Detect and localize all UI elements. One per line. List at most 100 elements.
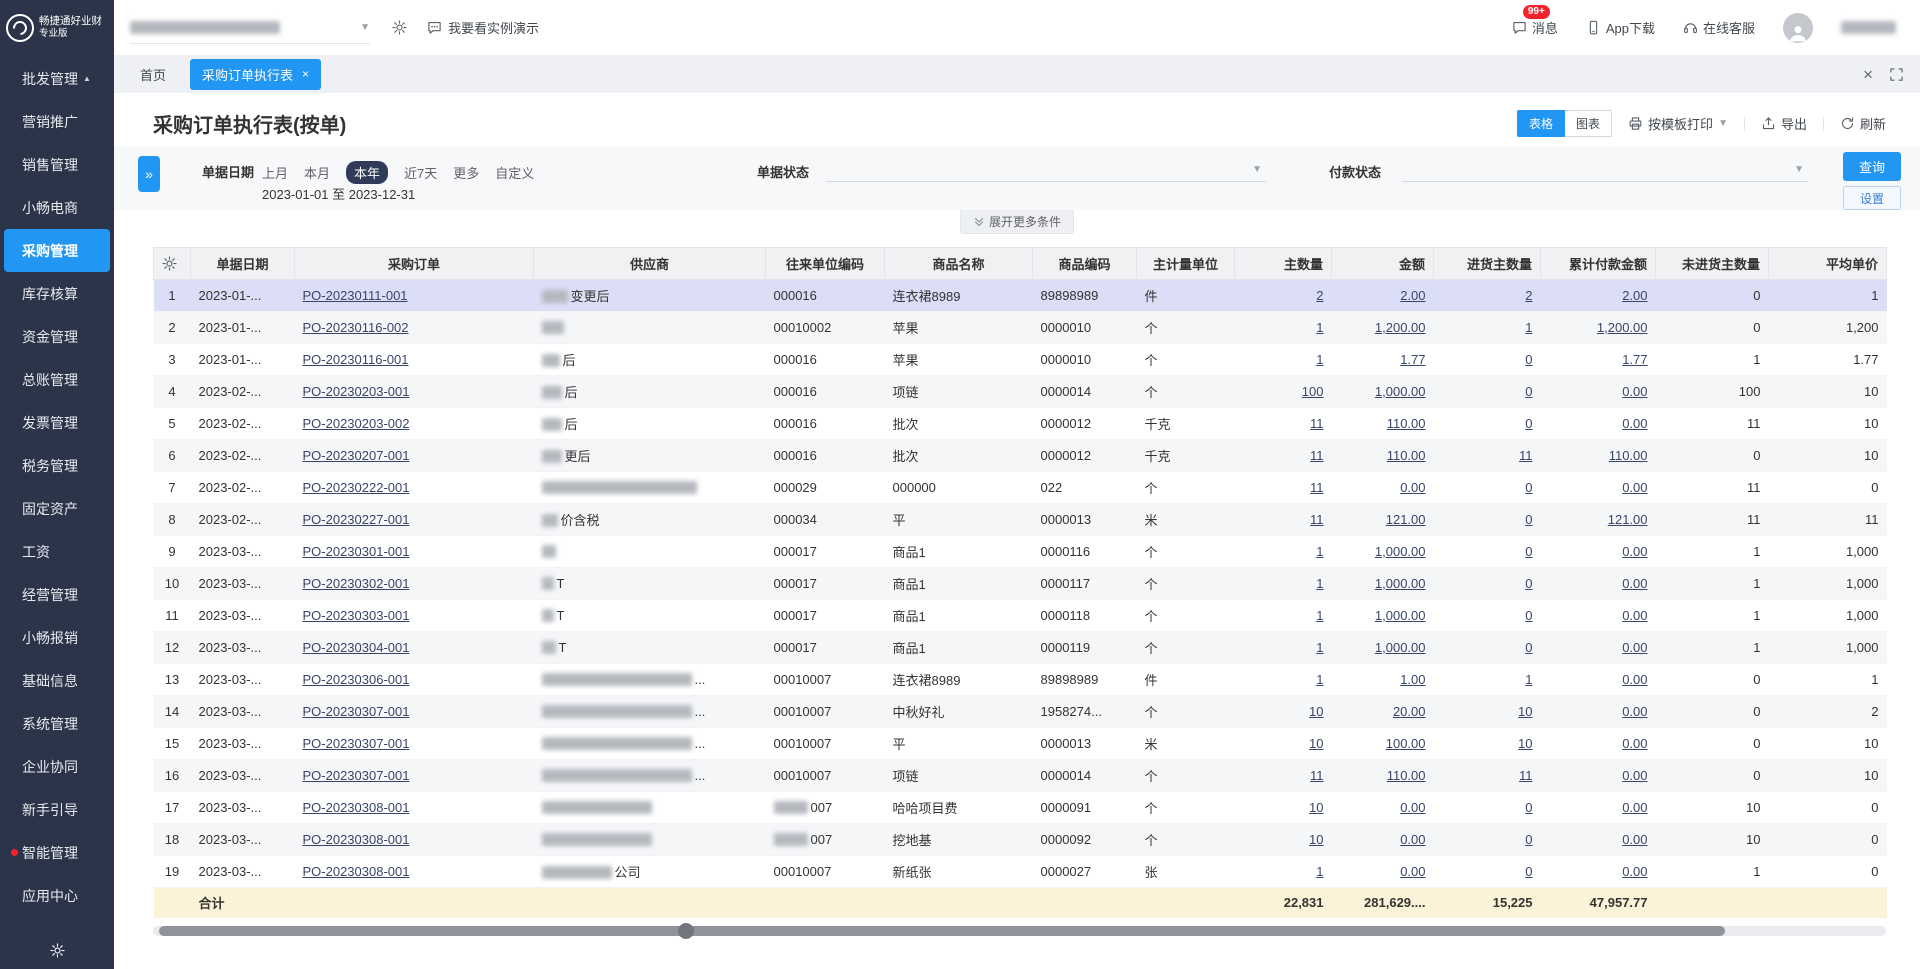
qty-link[interactable]: 11 xyxy=(1310,512,1324,527)
view-table-button[interactable]: 表格 xyxy=(1517,110,1566,137)
qty-link[interactable]: 1 xyxy=(1316,576,1323,591)
print-by-template-button[interactable]: 按模板打印 ▼ xyxy=(1628,114,1728,133)
po-link[interactable]: PO-20230308-001 xyxy=(303,832,410,847)
po-link[interactable]: PO-20230302-001 xyxy=(303,576,410,591)
column-header[interactable]: 商品名称 xyxy=(884,247,1033,280)
table-row[interactable]: 16 2023-03-... PO-20230307-001... 00010007 项… xyxy=(153,759,1887,792)
date-option[interactable]: 上月 xyxy=(262,163,288,182)
amount-link[interactable]: 1,000.00 xyxy=(1375,576,1426,591)
po-link[interactable]: PO-20230203-002 xyxy=(303,416,410,431)
paid-link[interactable]: 0.00 xyxy=(1622,736,1647,751)
sidebar-item-payroll[interactable]: 工资 xyxy=(0,530,114,573)
paid-link[interactable]: 0.00 xyxy=(1622,576,1647,591)
column-header[interactable]: 采购订单 xyxy=(294,247,534,280)
qty-link[interactable]: 1 xyxy=(1316,640,1323,655)
sidebar-item-fixed-assets[interactable]: 固定资产 xyxy=(0,487,114,530)
table-row[interactable]: 12 2023-03-... PO-20230304-001 T 000017 商品1 00… xyxy=(153,631,1887,664)
sidebar-item-reimburse[interactable]: 小畅报销 xyxy=(0,616,114,659)
column-header[interactable]: 未进货主数量 xyxy=(1655,247,1769,280)
expand-more-conditions-button[interactable]: 展开更多条件 xyxy=(959,209,1074,234)
in-qty-link[interactable]: 10 xyxy=(1518,736,1532,751)
column-header[interactable]: 平均单价 xyxy=(1768,247,1887,280)
amount-link[interactable]: 1,200.00 xyxy=(1375,320,1426,335)
topbar-settings-button[interactable] xyxy=(392,20,407,35)
qty-link[interactable]: 10 xyxy=(1309,736,1323,751)
tab-close-icon[interactable]: × xyxy=(302,68,309,80)
paid-link[interactable]: 1.77 xyxy=(1622,352,1647,367)
in-qty-link[interactable]: 1 xyxy=(1525,672,1532,687)
amount-link[interactable]: 1,000.00 xyxy=(1375,608,1426,623)
sidebar-item-ledger[interactable]: 总账管理 xyxy=(0,358,114,401)
table-row[interactable]: 6 2023-02-... PO-20230207-001 更后 000016 批次 000… xyxy=(153,439,1887,472)
in-qty-link[interactable]: 0 xyxy=(1525,544,1532,559)
amount-link[interactable]: 0.00 xyxy=(1400,480,1425,495)
sidebar-item-smart[interactable]: 智能管理 xyxy=(0,831,114,874)
qty-link[interactable]: 2 xyxy=(1316,288,1323,303)
collapse-filter-button[interactable]: » xyxy=(138,156,160,192)
po-link[interactable]: PO-20230222-001 xyxy=(303,480,410,495)
qty-link[interactable]: 10 xyxy=(1309,800,1323,815)
table-row[interactable]: 19 2023-03-... PO-20230308-001 公司 00010007 新纸… xyxy=(153,855,1887,888)
in-qty-link[interactable]: 0 xyxy=(1525,608,1532,623)
paid-link[interactable]: 0.00 xyxy=(1622,768,1647,783)
date-option[interactable]: 本年 xyxy=(346,161,389,184)
online-service-button[interactable]: 在线客服 xyxy=(1683,18,1755,37)
paid-link[interactable]: 1,200.00 xyxy=(1597,320,1648,335)
messages-button[interactable]: 99+ 消息 xyxy=(1512,5,1558,37)
qty-link[interactable]: 10 xyxy=(1309,704,1323,719)
table-row[interactable]: 18 2023-03-... PO-20230308-001 007 挖地基 000009… xyxy=(153,823,1887,856)
po-link[interactable]: PO-20230307-001 xyxy=(303,768,410,783)
fullscreen-icon[interactable] xyxy=(1889,67,1904,82)
paid-link[interactable]: 0.00 xyxy=(1622,704,1647,719)
scrollbar-thumb[interactable] xyxy=(159,925,1725,936)
po-link[interactable]: PO-20230308-001 xyxy=(303,800,410,815)
qty-link[interactable]: 100 xyxy=(1302,384,1324,399)
po-link[interactable]: PO-20230307-001 xyxy=(303,704,410,719)
paid-link[interactable]: 110.00 xyxy=(1609,448,1648,463)
paid-link[interactable]: 0.00 xyxy=(1622,672,1647,687)
doc-status-select[interactable]: ▼ xyxy=(826,148,1266,182)
amount-link[interactable]: 2.00 xyxy=(1400,288,1425,303)
refresh-button[interactable]: 刷新 xyxy=(1840,114,1886,133)
table-row[interactable]: 8 2023-02-... PO-20230227-001 价含税 000034 平 000… xyxy=(153,503,1887,536)
qty-link[interactable]: 1 xyxy=(1316,672,1323,687)
in-qty-link[interactable]: 0 xyxy=(1525,512,1532,527)
sidebar-item-operations[interactable]: 经营管理 xyxy=(0,573,114,616)
amount-link[interactable]: 1,000.00 xyxy=(1375,544,1426,559)
date-range-value[interactable]: 2023-01-01 至 2023-12-31 xyxy=(262,184,415,203)
po-link[interactable]: PO-20230301-001 xyxy=(303,544,410,559)
column-header[interactable]: 进货主数量 xyxy=(1433,247,1541,280)
column-header[interactable]: 累计付款金额 xyxy=(1540,247,1656,280)
po-link[interactable]: PO-20230303-001 xyxy=(303,608,410,623)
po-link[interactable]: PO-20230116-001 xyxy=(303,352,409,367)
qty-link[interactable]: 1 xyxy=(1316,608,1323,623)
sidebar-item-collaboration[interactable]: 企业协同 xyxy=(0,745,114,788)
sidebar-item-inventory[interactable]: 库存核算 xyxy=(0,272,114,315)
po-link[interactable]: PO-20230307-001 xyxy=(303,736,410,751)
sidebar-item-wholesale[interactable]: 批发管理 ▲ xyxy=(0,57,114,100)
sidebar-item-system[interactable]: 系统管理 xyxy=(0,702,114,745)
column-header[interactable]: 单据日期 xyxy=(190,247,295,280)
in-qty-link[interactable]: 11 xyxy=(1519,448,1533,463)
company-selector[interactable]: ▼ xyxy=(130,12,370,44)
amount-link[interactable]: 1,000.00 xyxy=(1375,384,1426,399)
paid-link[interactable]: 0.00 xyxy=(1622,544,1647,559)
qty-link[interactable]: 1 xyxy=(1316,544,1323,559)
po-link[interactable]: PO-20230306-001 xyxy=(303,672,410,687)
in-qty-link[interactable]: 0 xyxy=(1525,384,1532,399)
settings-button[interactable]: 设置 xyxy=(1843,186,1901,210)
column-header[interactable]: 往来单位编码 xyxy=(765,247,885,280)
column-header[interactable]: 商品编码 xyxy=(1032,247,1137,280)
amount-link[interactable]: 0.00 xyxy=(1400,832,1425,847)
table-settings-gear-icon[interactable] xyxy=(153,247,191,280)
table-row[interactable]: 3 2023-01-... PO-20230116-001 后 000016 苹果 0000… xyxy=(153,343,1887,376)
po-link[interactable]: PO-20230203-001 xyxy=(303,384,410,399)
table-row[interactable]: 2 2023-01-... PO-20230116-002 00010002 苹果 000… xyxy=(153,311,1887,344)
sidebar-item-ecommerce[interactable]: 小畅电商 xyxy=(0,186,114,229)
sidebar-item-invoice[interactable]: 发票管理 xyxy=(0,401,114,444)
qty-link[interactable]: 11 xyxy=(1310,448,1324,463)
in-qty-link[interactable]: 0 xyxy=(1525,480,1532,495)
sidebar-item-purchase[interactable]: 采购管理 xyxy=(4,229,110,272)
amount-link[interactable]: 100.00 xyxy=(1386,736,1426,751)
in-qty-link[interactable]: 1 xyxy=(1525,320,1532,335)
